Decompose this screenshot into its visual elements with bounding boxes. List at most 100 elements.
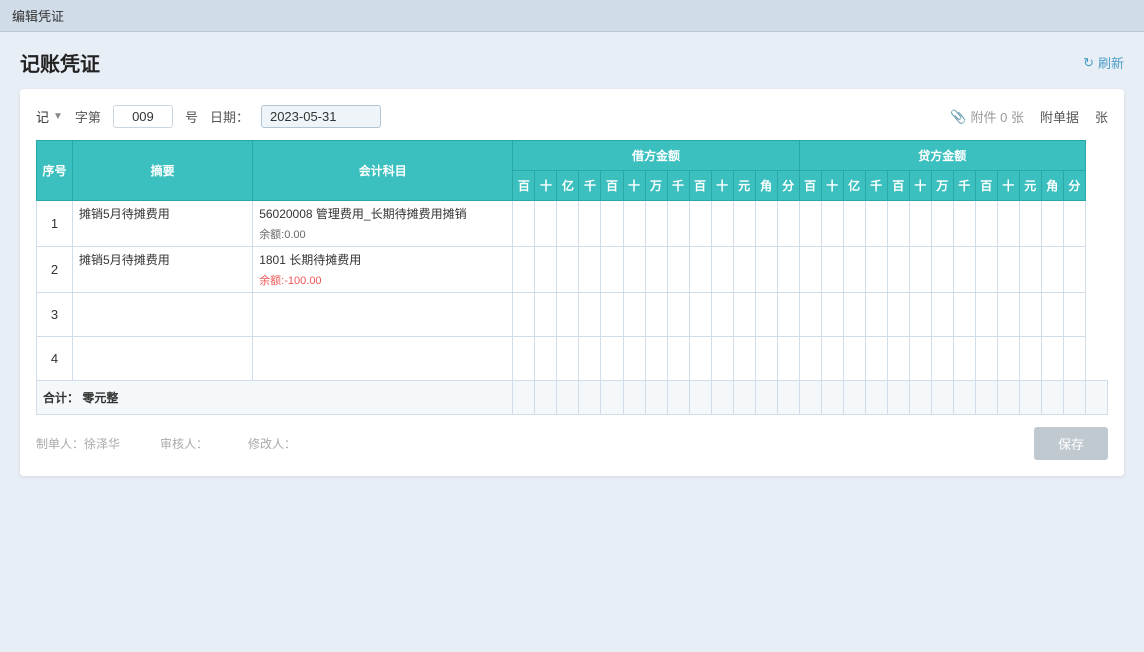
credit-cell[interactable] <box>887 293 909 337</box>
credit-cell[interactable] <box>821 247 843 293</box>
debit-cell[interactable] <box>711 293 733 337</box>
row-account[interactable] <box>253 337 513 381</box>
debit-cell[interactable] <box>777 201 799 247</box>
row-account[interactable]: 56020008 管理费用_长期待摊费用摊销余额:0.00 <box>253 201 513 247</box>
credit-cell[interactable] <box>799 201 821 247</box>
debit-cell[interactable] <box>601 201 623 247</box>
credit-cell[interactable] <box>887 247 909 293</box>
credit-cell[interactable] <box>821 293 843 337</box>
row-summary[interactable] <box>73 293 253 337</box>
debit-cell[interactable] <box>733 293 755 337</box>
credit-cell[interactable] <box>975 337 997 381</box>
debit-cell[interactable] <box>579 293 601 337</box>
voucher-type-dropdown-icon[interactable]: ▼ <box>53 111 63 122</box>
save-button[interactable]: 保存 <box>1034 427 1108 460</box>
credit-cell[interactable] <box>821 201 843 247</box>
debit-cell[interactable] <box>777 293 799 337</box>
debit-cell[interactable] <box>601 337 623 381</box>
credit-cell[interactable] <box>1063 337 1085 381</box>
credit-cell[interactable] <box>1041 293 1063 337</box>
debit-cell[interactable] <box>513 201 535 247</box>
credit-cell[interactable] <box>865 337 887 381</box>
credit-cell[interactable] <box>931 247 953 293</box>
debit-cell[interactable] <box>777 337 799 381</box>
debit-cell[interactable] <box>645 337 667 381</box>
debit-cell[interactable] <box>733 201 755 247</box>
credit-cell[interactable] <box>975 201 997 247</box>
credit-cell[interactable] <box>997 247 1019 293</box>
credit-cell[interactable] <box>931 293 953 337</box>
debit-cell[interactable] <box>513 337 535 381</box>
debit-cell[interactable] <box>645 201 667 247</box>
credit-cell[interactable] <box>1041 337 1063 381</box>
credit-cell[interactable] <box>931 337 953 381</box>
debit-cell[interactable] <box>667 337 689 381</box>
debit-cell[interactable] <box>711 201 733 247</box>
credit-cell[interactable] <box>975 293 997 337</box>
debit-cell[interactable] <box>623 337 645 381</box>
debit-cell[interactable] <box>623 201 645 247</box>
debit-cell[interactable] <box>601 247 623 293</box>
credit-cell[interactable] <box>1019 201 1041 247</box>
debit-cell[interactable] <box>513 293 535 337</box>
voucher-number-input[interactable] <box>113 105 173 128</box>
credit-cell[interactable] <box>975 247 997 293</box>
credit-cell[interactable] <box>843 201 865 247</box>
credit-cell[interactable] <box>799 293 821 337</box>
credit-cell[interactable] <box>843 293 865 337</box>
credit-cell[interactable] <box>1063 201 1085 247</box>
debit-cell[interactable] <box>535 293 557 337</box>
credit-cell[interactable] <box>909 293 931 337</box>
credit-cell[interactable] <box>1019 337 1041 381</box>
credit-cell[interactable] <box>1063 247 1085 293</box>
debit-cell[interactable] <box>557 293 579 337</box>
debit-cell[interactable] <box>755 293 777 337</box>
credit-cell[interactable] <box>1063 293 1085 337</box>
credit-cell[interactable] <box>953 293 975 337</box>
row-account[interactable]: 1801 长期待摊费用余额:-100.00 <box>253 247 513 293</box>
debit-cell[interactable] <box>535 337 557 381</box>
debit-cell[interactable] <box>777 247 799 293</box>
debit-cell[interactable] <box>557 337 579 381</box>
credit-cell[interactable] <box>843 337 865 381</box>
row-account[interactable] <box>253 293 513 337</box>
voucher-type[interactable]: 记 ▼ <box>36 107 63 126</box>
debit-cell[interactable] <box>689 337 711 381</box>
row-summary[interactable]: 摊销5月待摊费用 <box>73 201 253 247</box>
credit-cell[interactable] <box>997 201 1019 247</box>
debit-cell[interactable] <box>513 247 535 293</box>
credit-cell[interactable] <box>997 293 1019 337</box>
debit-cell[interactable] <box>579 247 601 293</box>
debit-cell[interactable] <box>689 247 711 293</box>
debit-cell[interactable] <box>711 337 733 381</box>
credit-cell[interactable] <box>1019 247 1041 293</box>
attach-link[interactable]: 📎 附件 0 张 <box>950 107 1024 126</box>
credit-cell[interactable] <box>1019 293 1041 337</box>
debit-cell[interactable] <box>711 247 733 293</box>
credit-cell[interactable] <box>799 337 821 381</box>
row-summary[interactable] <box>73 337 253 381</box>
debit-cell[interactable] <box>601 293 623 337</box>
credit-cell[interactable] <box>909 337 931 381</box>
debit-cell[interactable] <box>557 201 579 247</box>
credit-cell[interactable] <box>799 247 821 293</box>
credit-cell[interactable] <box>1041 247 1063 293</box>
credit-cell[interactable] <box>887 337 909 381</box>
credit-cell[interactable] <box>843 247 865 293</box>
debit-cell[interactable] <box>579 337 601 381</box>
debit-cell[interactable] <box>535 201 557 247</box>
date-input[interactable] <box>261 105 381 128</box>
credit-cell[interactable] <box>953 201 975 247</box>
attach-sheets[interactable]: 附单据 <box>1040 107 1079 126</box>
row-summary[interactable]: 摊销5月待摊费用 <box>73 247 253 293</box>
credit-cell[interactable] <box>909 247 931 293</box>
credit-cell[interactable] <box>909 201 931 247</box>
debit-cell[interactable] <box>733 247 755 293</box>
debit-cell[interactable] <box>667 293 689 337</box>
credit-cell[interactable] <box>821 337 843 381</box>
credit-cell[interactable] <box>865 247 887 293</box>
refresh-button[interactable]: ↻ 刷新 <box>1083 53 1124 72</box>
debit-cell[interactable] <box>535 247 557 293</box>
debit-cell[interactable] <box>623 247 645 293</box>
credit-cell[interactable] <box>865 293 887 337</box>
